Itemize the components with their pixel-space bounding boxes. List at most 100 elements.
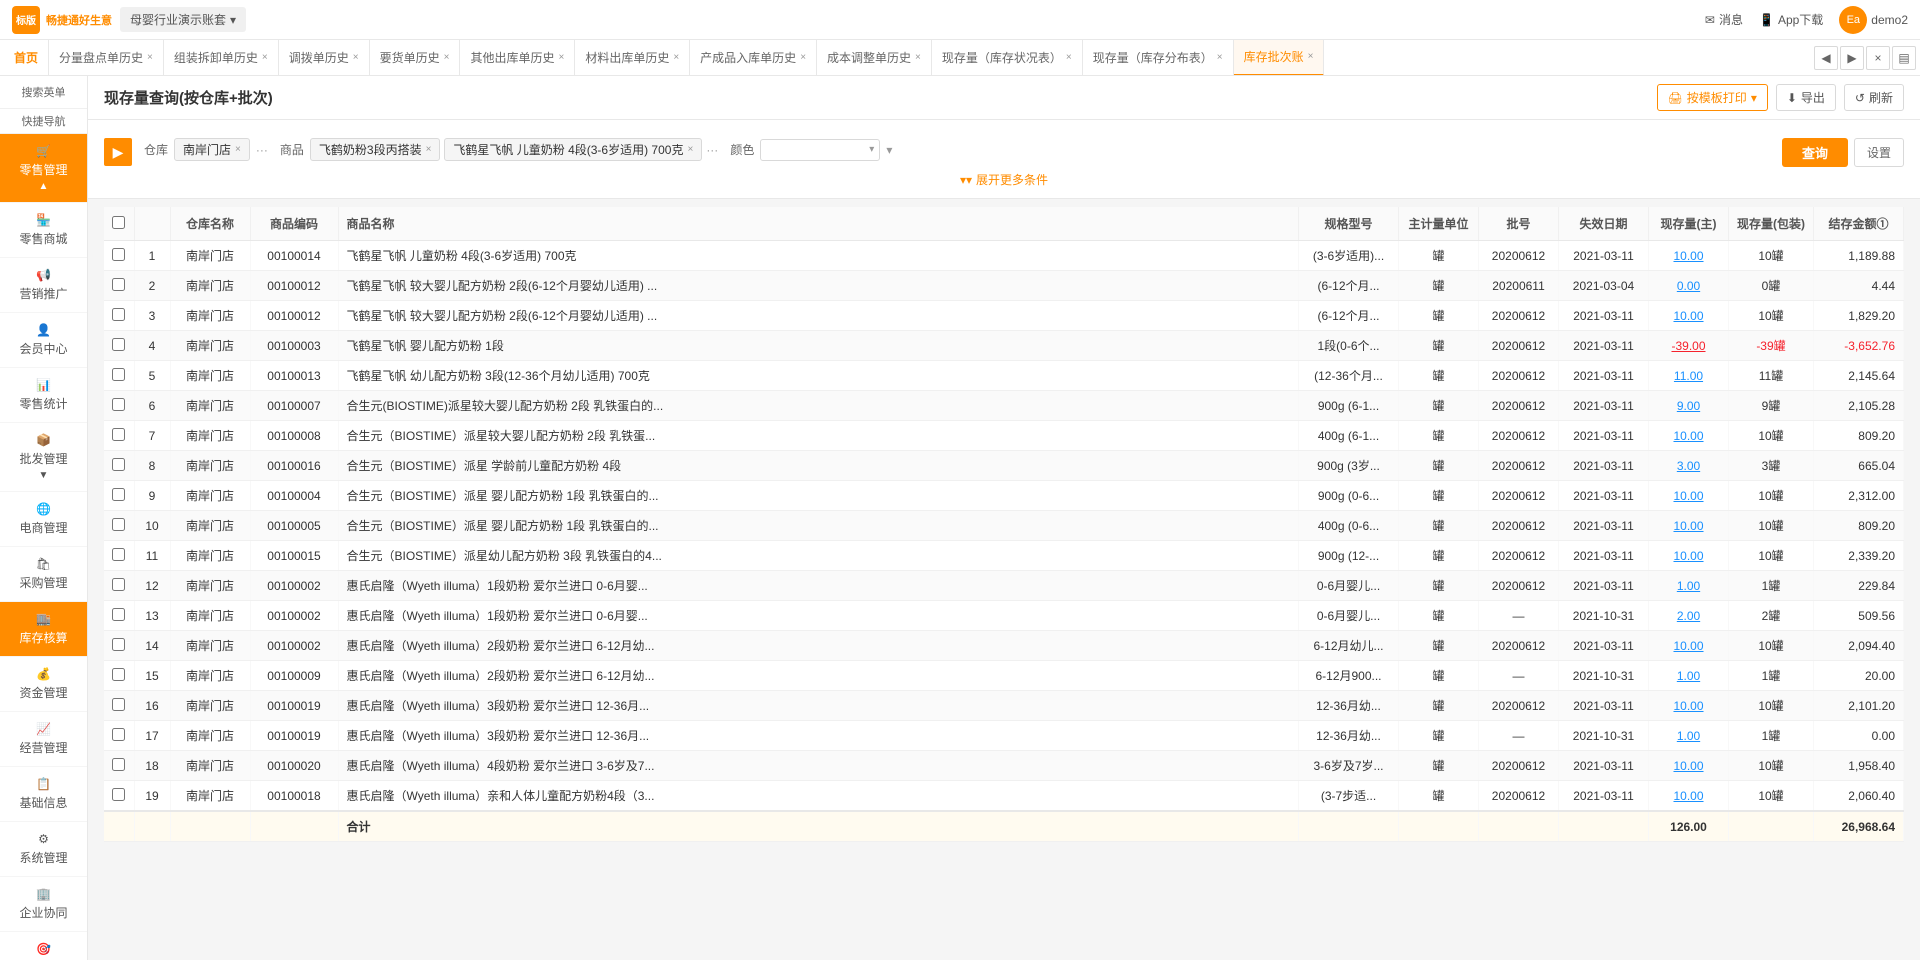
row-stock-main-15[interactable]: 10.00	[1649, 691, 1729, 721]
goods-more-dots[interactable]: ···	[706, 143, 718, 157]
row-stock-main-6[interactable]: 10.00	[1649, 421, 1729, 451]
sidebar-item-retail[interactable]: 🛒 零售管理 ▲	[0, 134, 87, 203]
tab-3-close[interactable]: ×	[353, 52, 359, 63]
row-checkbox-1[interactable]	[104, 271, 134, 301]
tab-6[interactable]: 材料出库单历史 ×	[575, 40, 690, 76]
export-btn[interactable]: ⬇ 导出	[1776, 84, 1836, 111]
message-btn[interactable]: ✉ 消息	[1705, 11, 1743, 28]
sidebar-item-shop[interactable]: 🏪 零售商城	[0, 203, 87, 258]
print-btn[interactable]: 🖨 按模板打印 ▾	[1657, 84, 1768, 111]
row-checkbox-12[interactable]	[104, 601, 134, 631]
tab-1[interactable]: 分量盘点单历史 ×	[49, 40, 164, 76]
row-checkbox-7[interactable]	[104, 451, 134, 481]
filter-settings-btn[interactable]: 设置	[1854, 138, 1904, 167]
row-checkbox-11[interactable]	[104, 571, 134, 601]
goods-tag-1-close[interactable]: ×	[687, 144, 693, 155]
tab-3[interactable]: 调拨单历史 ×	[279, 40, 370, 76]
refresh-btn[interactable]: ↺ 刷新	[1844, 84, 1904, 111]
row-stock-main-4[interactable]: 11.00	[1649, 361, 1729, 391]
row-stock-main-12[interactable]: 2.00	[1649, 601, 1729, 631]
row-stock-main-9[interactable]: 10.00	[1649, 511, 1729, 541]
row-checkbox-13[interactable]	[104, 631, 134, 661]
warehouse-tag-0-close[interactable]: ×	[235, 144, 241, 155]
row-checkbox-9[interactable]	[104, 511, 134, 541]
sidebar-item-system[interactable]: ⚙ 系统管理	[0, 822, 87, 877]
user-area[interactable]: Ea demo2	[1839, 6, 1908, 34]
row-checkbox-0[interactable]	[104, 241, 134, 271]
industry-selector[interactable]: 母婴行业演示账套 ▾	[120, 7, 246, 32]
row-stock-main-13[interactable]: 10.00	[1649, 631, 1729, 661]
row-stock-main-8[interactable]: 10.00	[1649, 481, 1729, 511]
row-checkbox-14[interactable]	[104, 661, 134, 691]
sidebar-item-ecommerce[interactable]: 🌐 电商管理	[0, 492, 87, 547]
goods-tag-1[interactable]: 飞鹤星飞帆 儿童奶粉 4段(3-6岁适用) 700克 ×	[444, 138, 702, 161]
goods-tag-0[interactable]: 飞鹤奶粉3段丙搭装 ×	[310, 138, 441, 161]
tab-2-close[interactable]: ×	[262, 52, 268, 63]
row-stock-main-0[interactable]: 10.00	[1649, 241, 1729, 271]
sidebar-item-marketing[interactable]: 📢 营销推广	[0, 258, 87, 313]
tab-home[interactable]: 首页	[4, 40, 49, 76]
sidebar-search[interactable]: 搜索英单	[0, 76, 87, 109]
sidebar-item-enterprise[interactable]: 🏢 企业协同	[0, 877, 87, 932]
sidebar-item-wholesale[interactable]: 📦 批发管理 ▼	[0, 423, 87, 492]
row-stock-main-11[interactable]: 1.00	[1649, 571, 1729, 601]
row-checkbox-17[interactable]	[104, 751, 134, 781]
warehouse-tag-0[interactable]: 南岸门店 ×	[174, 138, 250, 161]
tab-11-close[interactable]: ×	[1308, 51, 1314, 62]
row-checkbox-3[interactable]	[104, 331, 134, 361]
sidebar-item-stats[interactable]: 📊 零售统计	[0, 368, 87, 423]
tab-1-close[interactable]: ×	[147, 52, 153, 63]
row-checkbox-4[interactable]	[104, 361, 134, 391]
row-stock-main-16[interactable]: 1.00	[1649, 721, 1729, 751]
tab-4[interactable]: 要货单历史 ×	[370, 40, 461, 76]
search-btn[interactable]: 查询	[1782, 138, 1848, 167]
sidebar-item-finance[interactable]: 💰 资金管理	[0, 657, 87, 712]
filter-expand-arrow[interactable]: ▶	[104, 138, 132, 166]
tab-2[interactable]: 组装拆卸单历史 ×	[164, 40, 279, 76]
sidebar-quicknav[interactable]: 快捷导航	[0, 109, 87, 134]
tab-7[interactable]: 产成品入库单历史 ×	[690, 40, 817, 76]
tab-close-all-btn[interactable]: ×	[1866, 46, 1890, 70]
row-stock-main-1[interactable]: 0.00	[1649, 271, 1729, 301]
expand-more-btn[interactable]: ▾▾ 展开更多条件	[960, 171, 1048, 188]
sidebar-item-member[interactable]: 👤 会员中心	[0, 313, 87, 368]
tab-prev-btn[interactable]: ◀	[1814, 46, 1838, 70]
color-select[interactable]	[760, 139, 880, 161]
sidebar-item-operations[interactable]: 📈 经营管理	[0, 712, 87, 767]
app-download-btn[interactable]: 📱 App下载	[1759, 11, 1823, 28]
tab-6-close[interactable]: ×	[673, 52, 679, 63]
row-checkbox-15[interactable]	[104, 691, 134, 721]
row-stock-main-5[interactable]: 9.00	[1649, 391, 1729, 421]
tab-8[interactable]: 成本调整单历史 ×	[817, 40, 932, 76]
tab-10[interactable]: 现存量（库存分布表） ×	[1083, 40, 1234, 76]
row-checkbox-18[interactable]	[104, 781, 134, 812]
row-stock-main-17[interactable]: 10.00	[1649, 751, 1729, 781]
tab-5[interactable]: 其他出库单历史 ×	[460, 40, 575, 76]
row-checkbox-5[interactable]	[104, 391, 134, 421]
row-checkbox-8[interactable]	[104, 481, 134, 511]
tab-4-close[interactable]: ×	[444, 52, 450, 63]
tab-5-close[interactable]: ×	[558, 52, 564, 63]
select-all-checkbox[interactable]	[112, 216, 125, 229]
row-checkbox-6[interactable]	[104, 421, 134, 451]
tab-9[interactable]: 现存量（库存状况表） ×	[932, 40, 1083, 76]
row-stock-main-7[interactable]: 3.00	[1649, 451, 1729, 481]
tab-next-btn[interactable]: ▶	[1840, 46, 1864, 70]
row-stock-main-10[interactable]: 10.00	[1649, 541, 1729, 571]
sidebar-item-basic[interactable]: 📋 基础信息	[0, 767, 87, 822]
row-checkbox-10[interactable]	[104, 541, 134, 571]
sidebar-item-inventory[interactable]: 🏬 库存核算	[0, 602, 87, 657]
warehouse-more-dots[interactable]: ···	[256, 143, 268, 157]
tab-10-close[interactable]: ×	[1217, 52, 1223, 63]
row-stock-main-14[interactable]: 1.00	[1649, 661, 1729, 691]
row-checkbox-2[interactable]	[104, 301, 134, 331]
tab-7-close[interactable]: ×	[800, 52, 806, 63]
row-stock-main-2[interactable]: 10.00	[1649, 301, 1729, 331]
tab-11[interactable]: 库存批次账 ×	[1234, 40, 1325, 76]
sidebar-item-guide[interactable]: 🎯 新手引导	[0, 932, 87, 960]
goods-tag-0-close[interactable]: ×	[426, 144, 432, 155]
row-stock-main-18[interactable]: 10.00	[1649, 781, 1729, 812]
tab-menu-btn[interactable]: ▤	[1892, 46, 1916, 70]
row-checkbox-16[interactable]	[104, 721, 134, 751]
tab-9-close[interactable]: ×	[1066, 52, 1072, 63]
